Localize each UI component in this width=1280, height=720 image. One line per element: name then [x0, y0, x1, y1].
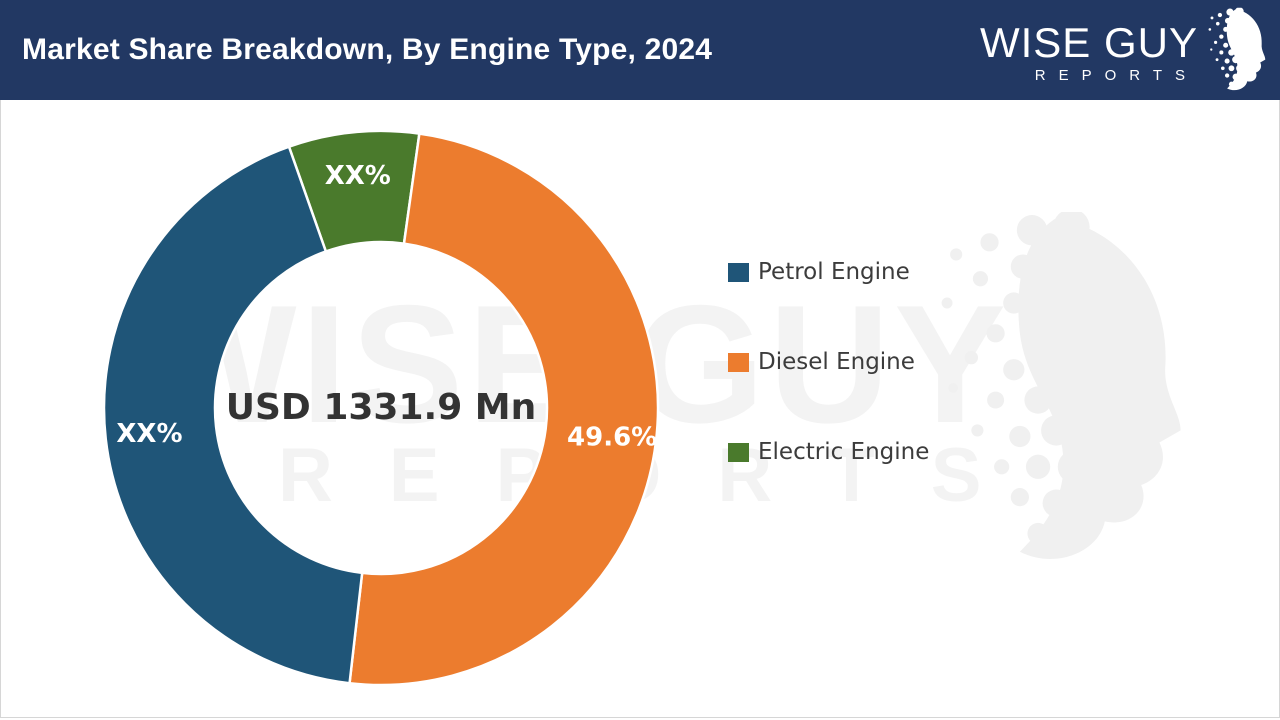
legend-item-diesel-engine: Diesel Engine: [728, 348, 915, 376]
donut-chart: XX%49.6%XX%: [102, 129, 660, 687]
brand-logo-text: WISE GUY REPORTS: [979, 19, 1198, 85]
slice-percentage-label: XX%: [325, 161, 391, 191]
legend-item-petrol-engine: Petrol Engine: [728, 258, 910, 286]
brand-name: WISE GUY: [979, 19, 1198, 66]
legend-label: Diesel Engine: [758, 349, 915, 375]
legend-label: Electric Engine: [758, 439, 930, 465]
donut-center-value: USD 1331.9 Mn: [225, 387, 537, 428]
legend-label: Petrol Engine: [758, 259, 910, 285]
legend-swatch: [728, 352, 749, 372]
brand-logo: WISE GUY REPORTS: [980, 4, 1266, 96]
brand-subtitle: REPORTS: [1034, 67, 1198, 84]
legend-swatch: [728, 262, 749, 282]
header-bar: Market Share Breakdown, By Engine Type, …: [0, 0, 1280, 100]
legend-item-electric-engine: Electric Engine: [728, 438, 929, 466]
legend-swatch: [728, 442, 749, 462]
page-title: Market Share Breakdown, By Engine Type, …: [22, 33, 713, 66]
dot-head-logo-icon: [1194, 6, 1266, 96]
